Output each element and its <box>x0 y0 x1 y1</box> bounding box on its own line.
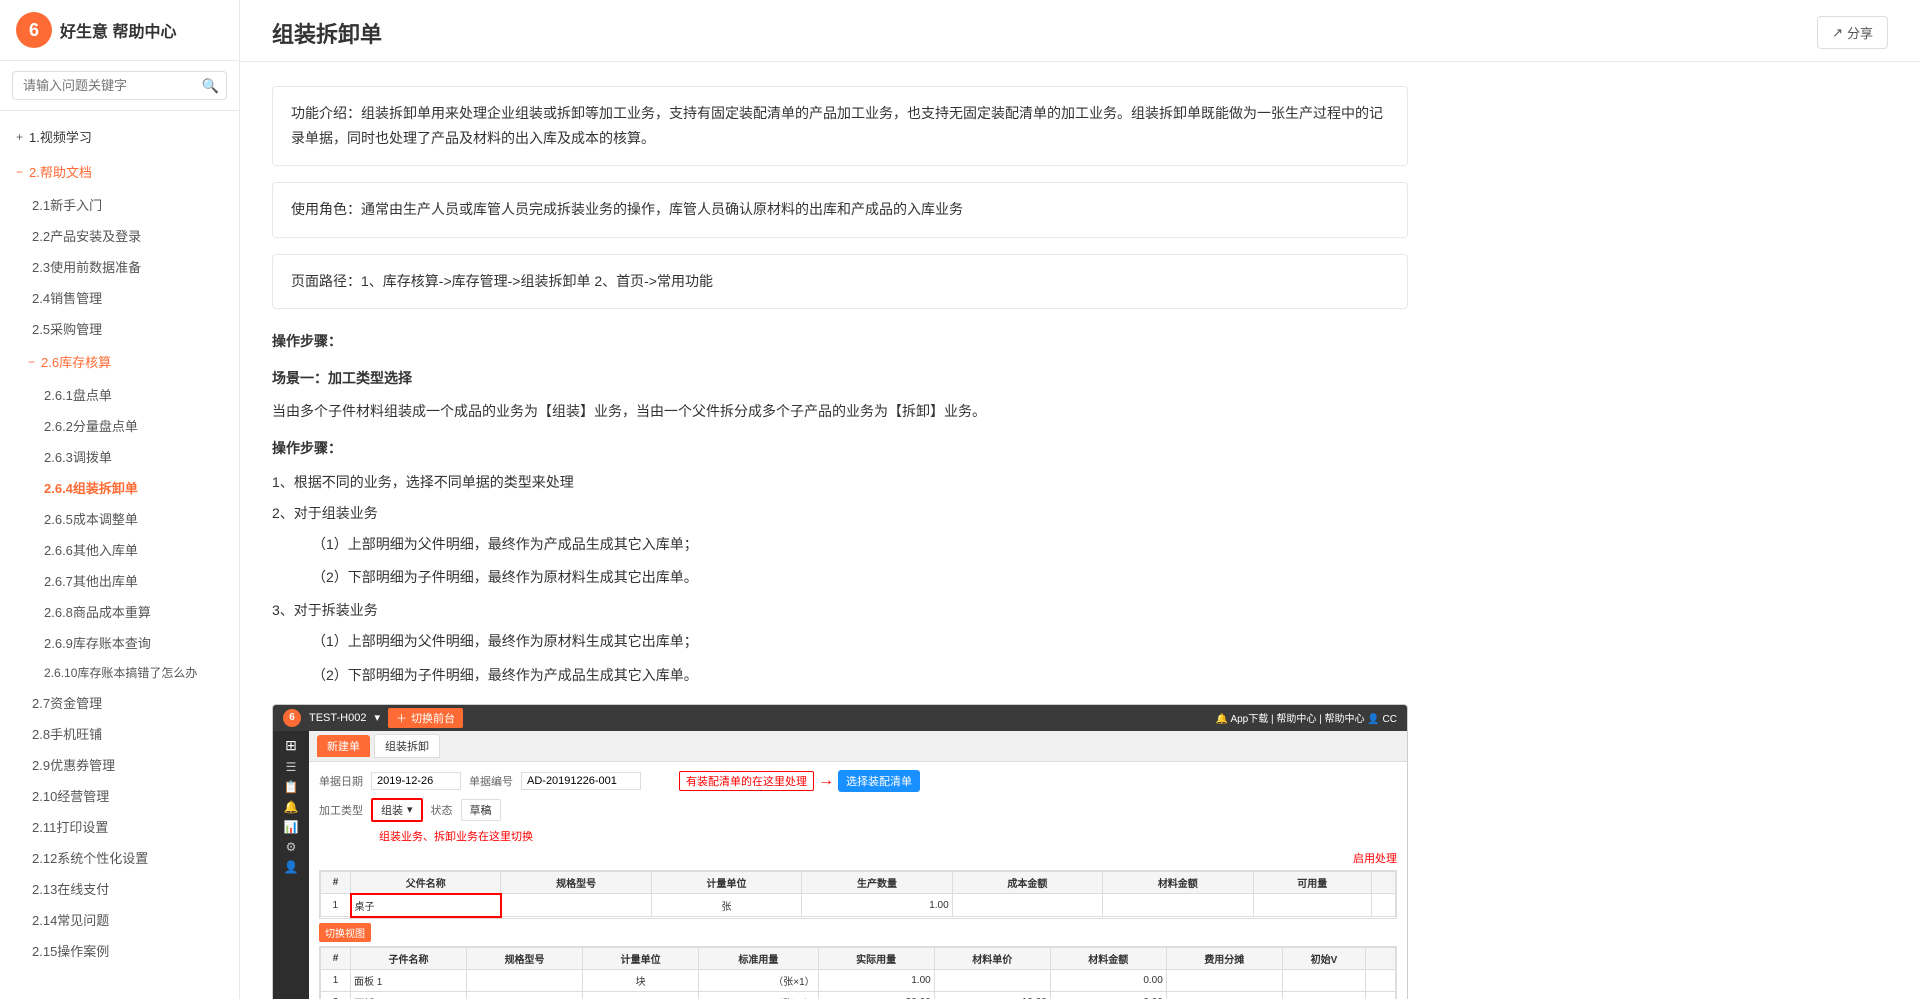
screenshot-left-icon-4: 🔔 <box>284 800 299 814</box>
sidebar-item-otherout[interactable]: 2.6.7其他出库单 <box>0 565 239 596</box>
scenario-desc: 当由多个子件材料组装成一个成品的业务为【组装】业务，当由一个父件拆分成多个子产品… <box>272 399 1408 424</box>
sidebar-nav: + 1.视频学习 − 2.帮助文档 2.1新手入门 2.2产品安装及登录 2.3… <box>0 111 239 999</box>
search-area: 🔍 <box>0 61 239 111</box>
content-area: 功能介绍：组装拆卸单用来处理企业组装或拆卸等加工业务，支持有固定装配清单的产品加… <box>240 62 1440 999</box>
sidebar-item-otherin[interactable]: 2.6.6其他入库单 <box>0 534 239 565</box>
sidebar-item-stockquery[interactable]: 2.6.9库存账本查询 <box>0 627 239 658</box>
sidebar-item-label-video: 1.视频学习 <box>29 127 92 146</box>
sidebar-item-data[interactable]: 2.3使用前数据准备 <box>0 251 239 282</box>
share-label: 分享 <box>1847 23 1873 42</box>
sidebar-item-payment[interactable]: 2.13在线支付 <box>0 873 239 904</box>
sidebar-item-faq[interactable]: 2.14常见问题 <box>0 904 239 935</box>
screenshot-form-label-date: 单据日期 <box>319 773 363 789</box>
sidebar-item-stocktake[interactable]: 2.6.1盘点单 <box>0 379 239 410</box>
role-box: 使用角色：通常由生产人员或库管人员完成拆装业务的操作，库管人员确认原材料的出库和… <box>272 182 1408 237</box>
intro-box: 功能介绍：组装拆卸单用来处理企业组装或拆卸等加工业务，支持有固定装配清单的产品加… <box>272 86 1408 166</box>
share-icon: ↗ <box>1832 25 1843 41</box>
screenshot-parent-item: 桌子 <box>355 902 375 913</box>
screenshot-annotation2: 组装业务、拆卸业务在这里切换 <box>379 831 533 843</box>
sidebar-item-docs[interactable]: − 2.帮助文档 <box>0 154 239 189</box>
sidebar-item-newbie[interactable]: 2.1新手入门 <box>0 189 239 220</box>
sidebar-item-transfer[interactable]: 2.6.3调拨单 <box>0 441 239 472</box>
screenshot-new-btn: ＋切换前台 <box>388 708 463 728</box>
screenshot-tab-new: 新建单 <box>317 735 370 757</box>
logo-icon: 6 <box>16 12 52 48</box>
screenshot-form-label-order: 单据编号 <box>469 773 513 789</box>
step3: 3、对于拆装业务 <box>272 598 1408 623</box>
step1: 1、根据不同的业务，选择不同单据的类型来处理 <box>272 470 1408 495</box>
operation-title: 操作步骤： <box>272 329 1408 354</box>
screenshot-type-selector: 组装▾ <box>371 798 423 822</box>
sidebar-item-sales[interactable]: 2.4销售管理 <box>0 282 239 313</box>
sidebar-item-label-docs: 2.帮助文档 <box>29 162 92 181</box>
sidebar-item-mobile[interactable]: 2.8手机旺铺 <box>0 718 239 749</box>
screenshot-tab-assembly: 组装拆卸 <box>374 734 440 758</box>
steps-title: 操作步骤： <box>272 436 1408 461</box>
scenario-title: 场景一：加工类型选择 <box>272 366 1408 391</box>
path-box: 页面路径：1、库存核算->库存管理->组装拆卸单 2、首页->常用功能 <box>272 254 1408 309</box>
screenshot-left-icon-home: ⊞ <box>285 737 297 754</box>
screenshot-status-value: 草稿 <box>461 799 501 821</box>
step2-1: （1）上部明细为父件明细，最终作为产成品生成其它入库单； <box>272 532 1408 557</box>
page-title: 组装拆卸单 <box>272 17 382 49</box>
step2-2: （2）下部明细为子件明细，最终作为原材料生成其它出库单。 <box>272 565 1408 590</box>
sidebar-item-costadj[interactable]: 2.6.5成本调整单 <box>0 503 239 534</box>
screenshot-left-icon-3: 📋 <box>284 780 299 794</box>
screenshot-left-icon-5: 📊 <box>284 820 299 834</box>
share-button[interactable]: ↗ 分享 <box>1817 16 1888 49</box>
sidebar-item-purchase[interactable]: 2.5采购管理 <box>0 313 239 344</box>
expand-icon-video: + <box>16 130 23 144</box>
expand-icon-docs: − <box>16 165 23 179</box>
path-text: 页面路径：1、库存核算->库存管理->组装拆卸单 2、首页->常用功能 <box>291 273 713 289</box>
step3-1: （1）上部明细为父件明细，最终作为原材料生成其它出库单； <box>272 629 1408 654</box>
screenshot-date-input <box>371 772 461 790</box>
screenshot-logo-icon: 6 <box>283 709 301 727</box>
sidebar-item-costcalc[interactable]: 2.6.8商品成本重算 <box>0 596 239 627</box>
sidebar-item-label-inventory: 2.6库存核算 <box>41 352 111 371</box>
sidebar-item-stockerr[interactable]: 2.6.10库存账本搞错了怎么办 <box>0 658 239 687</box>
sidebar-item-video[interactable]: + 1.视频学习 <box>0 119 239 154</box>
sidebar-item-operation[interactable]: 2.10经营管理 <box>0 780 239 811</box>
main-content: 组装拆卸单 ↗ 分享 功能介绍：组装拆卸单用来处理企业组装或拆卸等加工业务，支持… <box>240 0 1920 999</box>
intro-text: 功能介绍：组装拆卸单用来处理企业组装或拆卸等加工业务，支持有固定装配清单的产品加… <box>291 105 1383 146</box>
screenshot-top-bar-id: TEST-H002 <box>309 712 366 724</box>
screenshot-status-label: 状态 <box>431 802 453 818</box>
sidebar-item-assembly[interactable]: 2.6.4组装拆卸单 <box>0 472 239 503</box>
sidebar-item-finance[interactable]: 2.7资金管理 <box>0 687 239 718</box>
search-icon[interactable]: 🔍 <box>202 77 219 94</box>
sidebar-item-coupon[interactable]: 2.9优惠券管理 <box>0 749 239 780</box>
screenshot-annotation1: 有装配清单的在这里处理 <box>679 771 814 791</box>
screenshot-left-icon-7: 👤 <box>284 860 299 874</box>
screenshot-left-icon-2: ☰ <box>286 760 297 774</box>
sidebar-item-stocksplit[interactable]: 2.6.2分量盘点单 <box>0 410 239 441</box>
screenshot-type-label: 加工类型 <box>319 802 363 818</box>
page-header: 组装拆卸单 ↗ 分享 <box>240 0 1920 62</box>
screenshot-left-icon-6: ⚙ <box>286 840 297 854</box>
sidebar: 6 好生意 帮助中心 🔍 + 1.视频学习 − 2.帮助文档 2.1新手入门 2… <box>0 0 240 999</box>
sidebar-item-cases[interactable]: 2.15操作案例 <box>0 935 239 966</box>
sidebar-item-personalize[interactable]: 2.12系统个性化设置 <box>0 842 239 873</box>
sidebar-item-install[interactable]: 2.2产品安装及登录 <box>0 220 239 251</box>
screenshot-annotation3: 启用处理 <box>1353 850 1397 866</box>
sidebar-item-print[interactable]: 2.11打印设置 <box>0 811 239 842</box>
step2: 2、对于组装业务 <box>272 501 1408 526</box>
sidebar-item-inventory[interactable]: − 2.6库存核算 <box>0 344 239 379</box>
screenshot-order-input <box>521 772 641 790</box>
expand-icon-inventory: − <box>28 355 35 369</box>
logo-area: 6 好生意 帮助中心 <box>0 0 239 61</box>
search-input[interactable] <box>12 71 227 100</box>
logo-text: 好生意 帮助中心 <box>60 18 176 42</box>
role-text: 使用角色：通常由生产人员或库管人员完成拆装业务的操作，库管人员确认原材料的出库和… <box>291 201 963 217</box>
screenshot-arrow1: → <box>818 772 834 790</box>
screenshot-switch-view-btn: 切换视图 <box>319 923 371 942</box>
screenshot: 6 TEST-H002 ▾ ＋切换前台 🔔 App下载 | 帮助中心 | 帮助中… <box>272 704 1408 999</box>
screenshot-select-bom-btn: 选择装配清单 <box>838 770 920 792</box>
screenshot-dropdown-icon: ▾ <box>374 711 380 724</box>
step3-2: （2）下部明细为子件明细，最终作为产成品生成其它入库单。 <box>272 663 1408 688</box>
screenshot-nav-icons: 🔔 App下载 | 帮助中心 | 帮助中心 👤 CC <box>1216 710 1397 725</box>
